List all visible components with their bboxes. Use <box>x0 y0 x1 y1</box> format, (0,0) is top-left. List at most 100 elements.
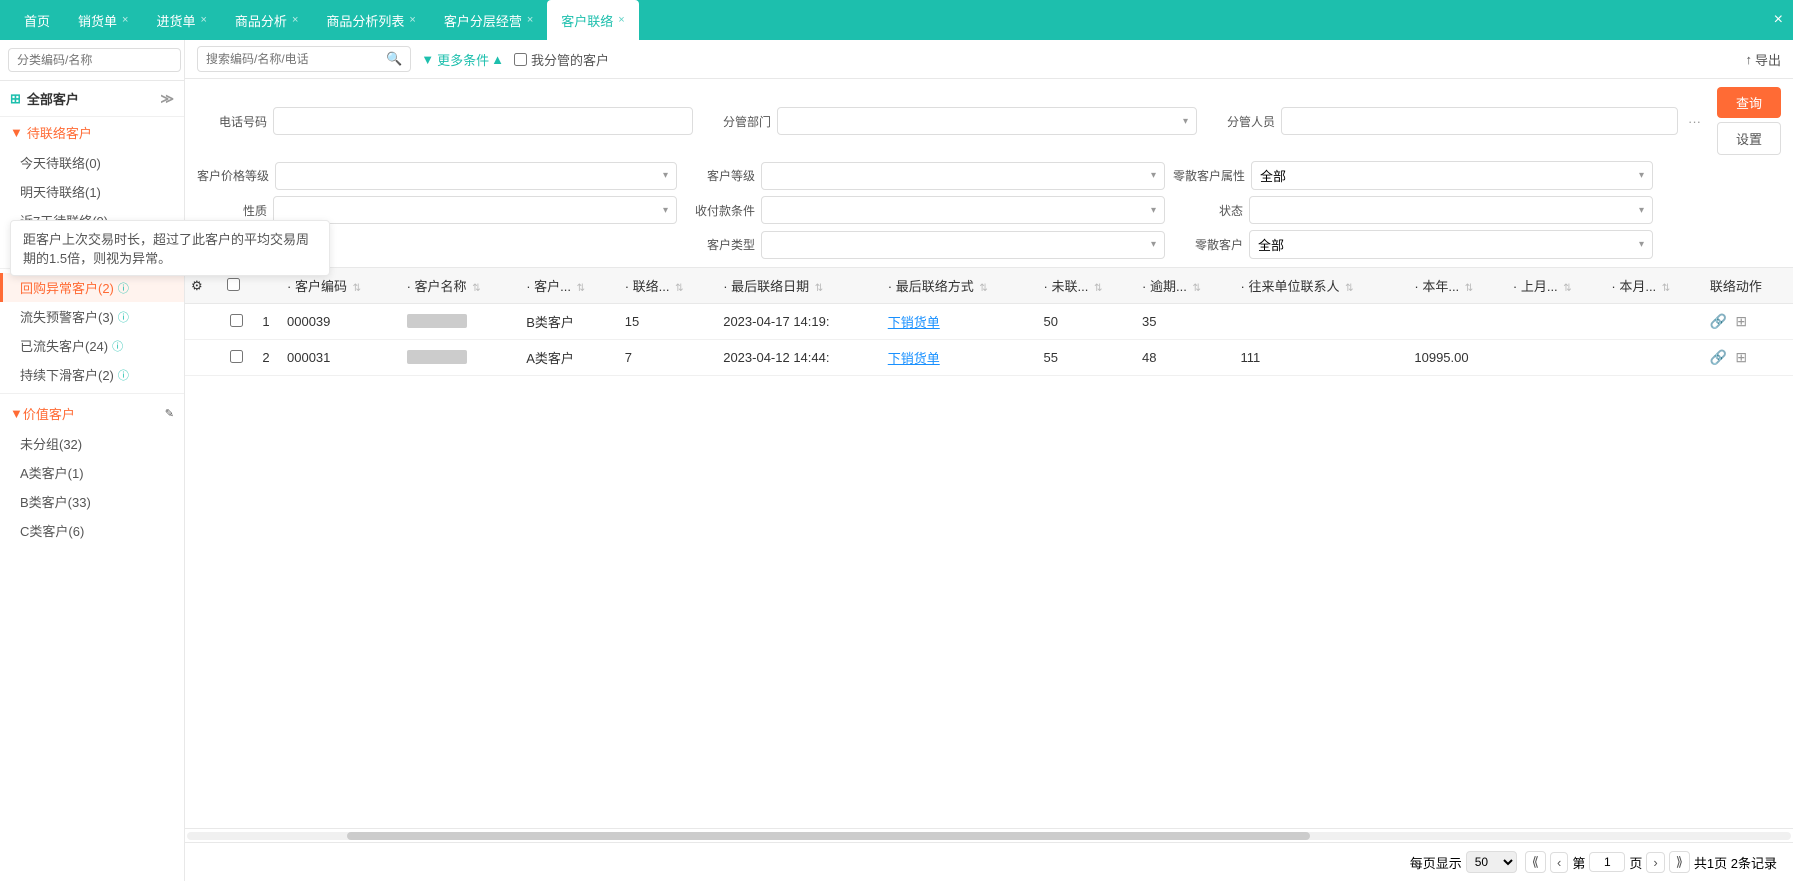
my-customer-checkbox[interactable] <box>514 53 527 66</box>
td-last-contact-method-2[interactable]: 下销货单 <box>882 340 1038 376</box>
th-current-year[interactable]: · 本年... ⇅ <box>1408 268 1507 304</box>
more-conditions-btn[interactable]: ▼ 更多条件 ▲ <box>421 50 504 69</box>
payment-select[interactable]: ▾ <box>761 196 1165 224</box>
nav-analysis[interactable]: 商品分析 × <box>221 0 312 40</box>
row2-checkbox[interactable] <box>230 350 243 363</box>
sidebar-group-pending-contact[interactable]: ▼ 待联络客户 <box>0 117 184 148</box>
dept-select[interactable]: ▾ <box>777 107 1197 135</box>
table-settings-icon[interactable]: ⚙ <box>191 278 203 293</box>
sidebar-item-class-b[interactable]: B类客户(33) <box>0 487 184 516</box>
last-contact-method-link-1[interactable]: 下销货单 <box>888 315 940 330</box>
nav-home[interactable]: 首页 <box>10 0 64 40</box>
info-icon-abnormal[interactable]: ⓘ <box>118 280 129 296</box>
page-prev-btn[interactable]: ‹ <box>1550 852 1568 873</box>
page-last-btn[interactable]: ⟫ <box>1669 851 1690 873</box>
grid-icon-2[interactable]: ⊞ <box>1735 349 1747 366</box>
person-dots-icon[interactable]: ··· <box>1688 114 1701 129</box>
th-current-month[interactable]: · 本月... ⇅ <box>1605 268 1704 304</box>
nav-customer-contact[interactable]: 客户联络 × <box>547 0 638 40</box>
customer-type-select[interactable]: ▾ <box>761 231 1165 259</box>
page-first-btn[interactable]: ⟪ <box>1525 851 1546 873</box>
link-icon-1[interactable]: 🔗 <box>1710 313 1727 330</box>
sort-current-year-icon: ⇅ <box>1465 283 1473 294</box>
sidebar-item-churned[interactable]: 已流失客户(24) ⓘ <box>0 331 184 360</box>
close-customer-layer-icon[interactable]: × <box>527 14 533 26</box>
customer-level-select[interactable]: ▾ <box>761 162 1165 190</box>
gender-select[interactable]: ▾ <box>273 196 677 224</box>
th-name[interactable]: · 客户名称 ⇅ <box>401 268 521 304</box>
sidebar-item-declining[interactable]: 持续下滑客户(2) ⓘ <box>0 360 184 389</box>
grid-icon-1[interactable]: ⊞ <box>1735 313 1747 330</box>
close-analysis-list-icon[interactable]: × <box>409 14 415 26</box>
sort-no-contact-icon: ⇅ <box>1094 283 1102 294</box>
scroll-thumb[interactable] <box>347 832 1309 840</box>
select-all-checkbox[interactable] <box>227 278 240 291</box>
page-number-input[interactable] <box>1589 852 1625 872</box>
th-contact-count[interactable]: · 联络... ⇅ <box>619 268 718 304</box>
td-checkbox-1[interactable] <box>221 304 251 340</box>
status-select[interactable]: ▾ <box>1249 196 1653 224</box>
export-btn[interactable]: ↑ 导出 <box>1745 50 1781 69</box>
sidebar-item-class-a[interactable]: A类客户(1) <box>0 458 184 487</box>
th-last-month[interactable]: · 上月... ⇅ <box>1507 268 1606 304</box>
query-button[interactable]: 查询 <box>1717 87 1781 118</box>
sidebar-item-churn-warning[interactable]: 流失预警客户(3) ⓘ <box>0 302 184 331</box>
close-analysis-icon[interactable]: × <box>292 14 298 26</box>
sidebar-item-abnormal-repurchase[interactable]: 回购异常客户(2) ⓘ <box>0 273 184 302</box>
filter-cell-status: 状态 ▾ <box>1173 196 1653 224</box>
last-contact-method-link-2[interactable]: 下销货单 <box>888 351 940 366</box>
sidebar-search-input[interactable] <box>8 48 181 72</box>
close-all-tabs-icon[interactable]: × <box>1774 11 1783 29</box>
my-customer-filter[interactable]: 我分管的客户 <box>514 50 609 69</box>
customer-search-input[interactable] <box>206 52 386 66</box>
sidebar-item-class-c[interactable]: C类客户(6) <box>0 516 184 545</box>
filter-cell-phone: 电话号码 <box>197 107 693 135</box>
page-next-btn[interactable]: › <box>1646 852 1664 873</box>
th-contact-person[interactable]: · 往来单位联系人 ⇅ <box>1235 268 1409 304</box>
sidebar-item-tomorrow-pending[interactable]: 明天待联络(1) <box>0 177 184 206</box>
row1-checkbox[interactable] <box>230 314 243 327</box>
sidebar-item-today-pending[interactable]: 今天待联络(0) <box>0 148 184 177</box>
th-category[interactable]: · 客户... ⇅ <box>520 268 619 304</box>
phone-input[interactable] <box>273 107 693 135</box>
nav-purchase[interactable]: 进货单 × <box>142 0 220 40</box>
scroll-track[interactable] <box>187 832 1791 840</box>
per-page-select[interactable]: 50 100 200 <box>1466 851 1517 873</box>
edit-icon-value-customer[interactable]: ✎ <box>165 407 174 420</box>
sort-code-icon: ⇅ <box>353 283 361 294</box>
sidebar-item-unclassified[interactable]: 未分组(32) <box>0 429 184 458</box>
sidebar-collapse-icon[interactable]: ≫ <box>160 91 174 107</box>
filter-icon: ▼ <box>421 52 434 67</box>
sidebar-group-value-customer[interactable]: ▼ 价值客户 ✎ <box>0 398 184 429</box>
price-level-select[interactable]: ▾ <box>275 162 677 190</box>
th-last-contact-method[interactable]: · 最后联络方式 ⇅ <box>882 268 1038 304</box>
th-no-contact[interactable]: · 未联... ⇅ <box>1038 268 1137 304</box>
sort-last-contact-method-icon: ⇅ <box>979 283 987 294</box>
filter-row-4: ··· 客户类型 ▾ 零散客户 全部 ▾ <box>197 230 1781 259</box>
chevron-down-icon-2: ▼ <box>10 406 23 421</box>
td-last-contact-date-2: 2023-04-12 14:44: <box>717 340 882 376</box>
th-overdue[interactable]: · 逾期... ⇅ <box>1136 268 1235 304</box>
nav-sales[interactable]: 销货单 × <box>64 0 142 40</box>
table-row: 2 000031 A类客户 7 2023-04-12 14:44: 下销货单 5… <box>185 340 1793 376</box>
person-input[interactable] <box>1281 107 1678 135</box>
info-icon-churn[interactable]: ⓘ <box>118 309 129 325</box>
info-icon-declining[interactable]: ⓘ <box>118 367 129 383</box>
retail-customer-select[interactable]: 全部 ▾ <box>1249 230 1653 259</box>
td-checkbox-2[interactable] <box>221 340 251 376</box>
retail-attr-select[interactable]: 全部 ▾ <box>1251 161 1653 190</box>
info-icon-churned[interactable]: ⓘ <box>112 338 123 354</box>
td-action-2: 🔗 ⊞ <box>1704 340 1793 376</box>
th-last-contact-date[interactable]: · 最后联络日期 ⇅ <box>717 268 882 304</box>
horizontal-scrollbar[interactable] <box>185 828 1793 842</box>
table-header: ⚙ · 客户编码 ⇅ · 客户名称 ⇅ <box>185 268 1793 304</box>
customer-search-icon[interactable]: 🔍 <box>386 51 402 67</box>
close-sales-icon[interactable]: × <box>122 14 128 26</box>
link-icon-2[interactable]: 🔗 <box>1710 349 1727 366</box>
close-customer-contact-icon[interactable]: × <box>618 14 624 26</box>
close-purchase-icon[interactable]: × <box>200 14 206 26</box>
td-last-contact-method-1[interactable]: 下销货单 <box>882 304 1038 340</box>
settings-button[interactable]: 设置 <box>1717 122 1781 155</box>
nav-customer-layer[interactable]: 客户分层经营 × <box>430 0 547 40</box>
nav-analysis-list[interactable]: 商品分析列表 × <box>312 0 429 40</box>
